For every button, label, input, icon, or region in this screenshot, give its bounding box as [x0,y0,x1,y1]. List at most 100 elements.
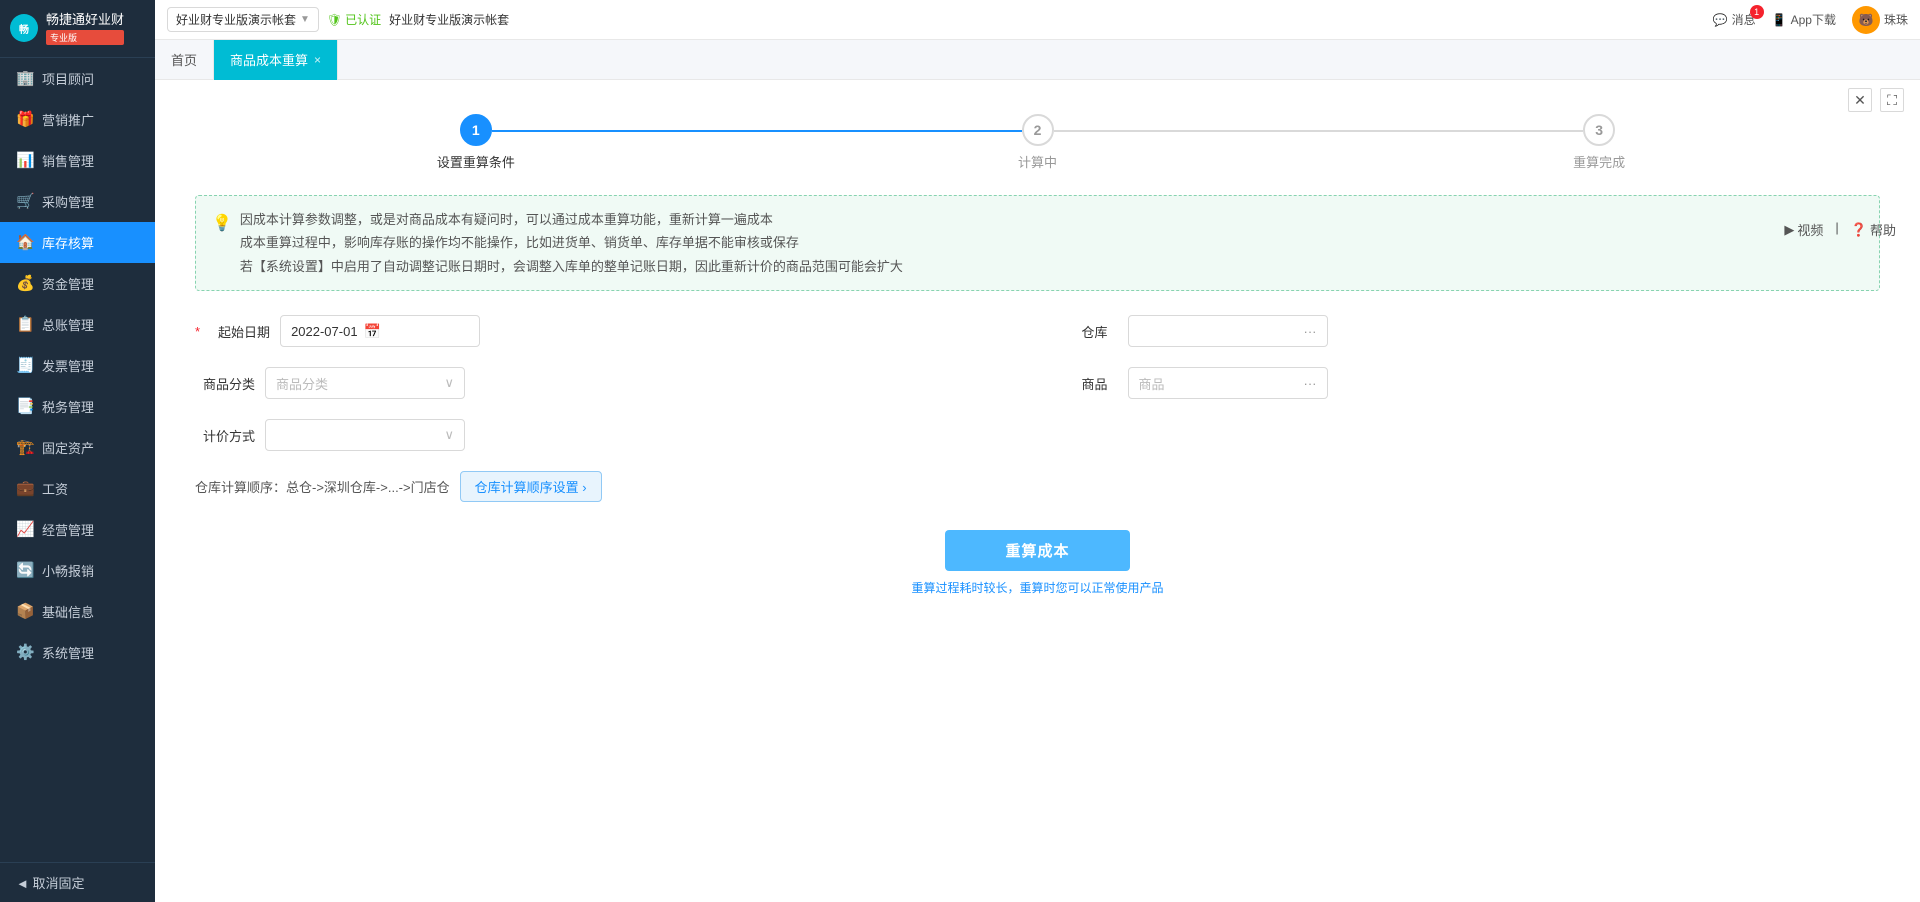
tip-box: 💡 因成本计算参数调整，或是对商品成本有疑问时，可以通过成本重算功能，重新计算一… [195,195,1880,291]
more-icon: ··· [1304,324,1317,339]
step-1-label: 设置重算条件 [437,152,515,171]
shield-icon: 🛡 [327,13,342,27]
sidebar-item-accounting[interactable]: 📋总账管理 [0,304,155,345]
invoice-icon: 🧾 [16,356,34,374]
sidebar-item-invoice[interactable]: 🧾发票管理 [0,345,155,386]
start-date-group: * 起始日期 2022-07-01 📅 [195,315,1038,347]
warehouse-label: 仓库 [1038,322,1118,341]
avatar-image: 🐻 [1859,13,1874,27]
product-group: 商品 商品 ··· [1038,367,1881,399]
step-1-circle: 1 [460,114,492,146]
accounting-icon: 📋 [16,315,34,333]
calendar-icon: 📅 [364,323,381,340]
sidebar-item-label: 资金管理 [42,274,94,293]
sidebar-item-label: 固定资产 [42,438,94,457]
form-row-2: 商品分类 商品分类 ∨ 商品 商品 ··· [195,367,1880,399]
tip-line-2: 成本重算过程中，影响库存账的操作均不能操作，比如进货单、销货单、库存单据不能审核… [240,231,903,254]
tab-close-icon[interactable]: × [314,53,321,67]
chevron-down-icon: ∨ [444,427,454,443]
product-label: 商品 [1038,374,1118,393]
more-icon: ··· [1304,376,1317,391]
play-icon: ▶ [1784,222,1794,238]
sidebar-item-marketing[interactable]: 🎁 营销推广 [0,99,155,140]
sidebar-item-basic[interactable]: 📦 基础信息 [0,591,155,632]
sidebar-item-assets[interactable]: 🏗️ 固定资产 [0,427,155,468]
sidebar-item-inventory[interactable]: 🏠 库存核算 [0,222,155,263]
app-download-button[interactable]: 📱 App下载 [1772,11,1836,28]
warehouse-select[interactable]: ··· [1128,315,1328,347]
user-avatar[interactable]: 🐻 珠珠 [1852,6,1908,34]
category-label: 商品分类 [195,374,255,393]
tab-home[interactable]: 首页 [155,40,214,80]
sales-icon: 📊 [16,151,34,169]
warehouse-order-row: 仓库计算顺序：总仓->深圳仓库->...->门店仓 仓库计算顺序设置 › [195,471,1880,502]
step-3-circle: 3 [1583,114,1615,146]
message-button[interactable]: 💬 消息 1 [1713,11,1756,28]
form-row-3: 计价方式 ∨ [195,419,1880,451]
sidebar-item-label: 营销推广 [42,110,94,129]
start-date-label: 起始日期 [210,322,270,341]
sidebar-logo: 畅 畅捷通好业财 专业版 [0,0,155,58]
price-method-label: 计价方式 [195,426,255,445]
category-group: 商品分类 商品分类 ∨ [195,367,1038,399]
sidebar-item-label: 税务管理 [42,397,94,416]
category-select[interactable]: 商品分类 ∨ [265,367,465,399]
message-icon: 💬 [1713,13,1728,27]
lightbulb-icon: 💡 [212,210,232,278]
video-link[interactable]: ▶ 视频 [1784,220,1823,239]
warehouse-group: 仓库 ··· [1038,315,1881,347]
sidebar-item-label: 小畅报销 [42,561,94,580]
account-selector[interactable]: 好业财专业版演示帐套 ▼ [167,7,319,32]
start-date-input[interactable]: 2022-07-01 📅 [280,315,480,347]
step-1-line [492,130,1022,132]
finance-icon: 💰 [16,274,34,292]
certified-badge: 🛡 已认证 [327,11,381,28]
product-select[interactable]: 商品 ··· [1128,367,1328,399]
sidebar-item-system[interactable]: ⚙️系统管理 [0,632,155,673]
sidebar-item-label: 基础信息 [42,602,94,621]
chevron-down-icon: ∨ [444,375,454,391]
tab-recalc[interactable]: 商品成本重算 × [214,40,338,80]
price-method-select[interactable]: ∨ [265,419,465,451]
warehouse-order-settings-button[interactable]: 仓库计算顺序设置 › [460,471,602,502]
step-2-line [1054,130,1584,132]
salary-icon: 💼 [16,479,34,497]
sidebar-item-operations[interactable]: 📈经营管理 [0,509,155,550]
sidebar-item-sales[interactable]: 📊 销售管理 [0,140,155,181]
inventory-icon: 🏠 [16,233,34,251]
expand-button[interactable]: ⛶ [1880,88,1904,112]
question-icon: ❓ [1851,222,1867,238]
marketing-icon: 🎁 [16,110,34,128]
assets-icon: 🏗️ [16,438,34,456]
step-2-label: 计算中 [1018,152,1057,171]
tax-icon: 📑 [16,397,34,415]
step-1: 1 设置重算条件 [195,114,757,171]
sidebar-item-finance[interactable]: 💰 资金管理 [0,263,155,304]
basic-icon: 📦 [16,602,34,620]
sidebar-unpin[interactable]: ◄ 取消固定 [0,862,155,902]
sidebar-item-label: 采购管理 [42,192,94,211]
sidebar-item-project[interactable]: 🏢项目顾问 [0,58,155,99]
form-row-1: * 起始日期 2022-07-01 📅 仓库 ··· [195,315,1880,347]
topbar: 好业财专业版演示帐套 ▼ 🛡 已认证 好业财专业版演示帐套 💬 消息 1 📱 A… [155,0,1920,40]
sidebar-item-salary[interactable]: 💼工资 [0,468,155,509]
steps: 1 设置重算条件 2 计算中 3 重算完成 [195,104,1880,171]
recalc-button[interactable]: 重算成本 [945,530,1129,571]
main-area: 好业财专业版演示帐套 ▼ 🛡 已认证 好业财专业版演示帐套 💬 消息 1 📱 A… [155,0,1920,902]
purchase-icon: 🛒 [16,192,34,210]
system-icon: ⚙️ [16,643,34,661]
edition-badge: 专业版 [46,30,124,45]
tip-content: 因成本计算参数调整，或是对商品成本有疑问时，可以通过成本重算功能，重新计算一遍成… [240,208,903,278]
sidebar-item-label: 销售管理 [42,151,94,170]
sidebar-item-label: 经营管理 [42,520,94,539]
sidebar-item-expense[interactable]: 🔄小畅报销 [0,550,155,591]
tip-line-1: 因成本计算参数调整，或是对商品成本有疑问时，可以通过成本重算功能，重新计算一遍成… [240,208,903,231]
sidebar-item-purchase[interactable]: 🛒 采购管理 [0,181,155,222]
sidebar-item-label: 项目顾问 [42,69,94,88]
warehouse-order-text: 仓库计算顺序：总仓->深圳仓库->...->门店仓 [195,477,450,496]
sidebar-item-label: 库存核算 [42,233,94,252]
help-links: ▶ 视频 | ❓ 帮助 [1784,220,1896,239]
sidebar-item-tax[interactable]: 📑 税务管理 [0,386,155,427]
help-link[interactable]: ❓ 帮助 [1851,220,1896,239]
recalc-area: 重算成本 重算过程耗时较长，重算时您可以正常使用产品 [195,530,1880,596]
